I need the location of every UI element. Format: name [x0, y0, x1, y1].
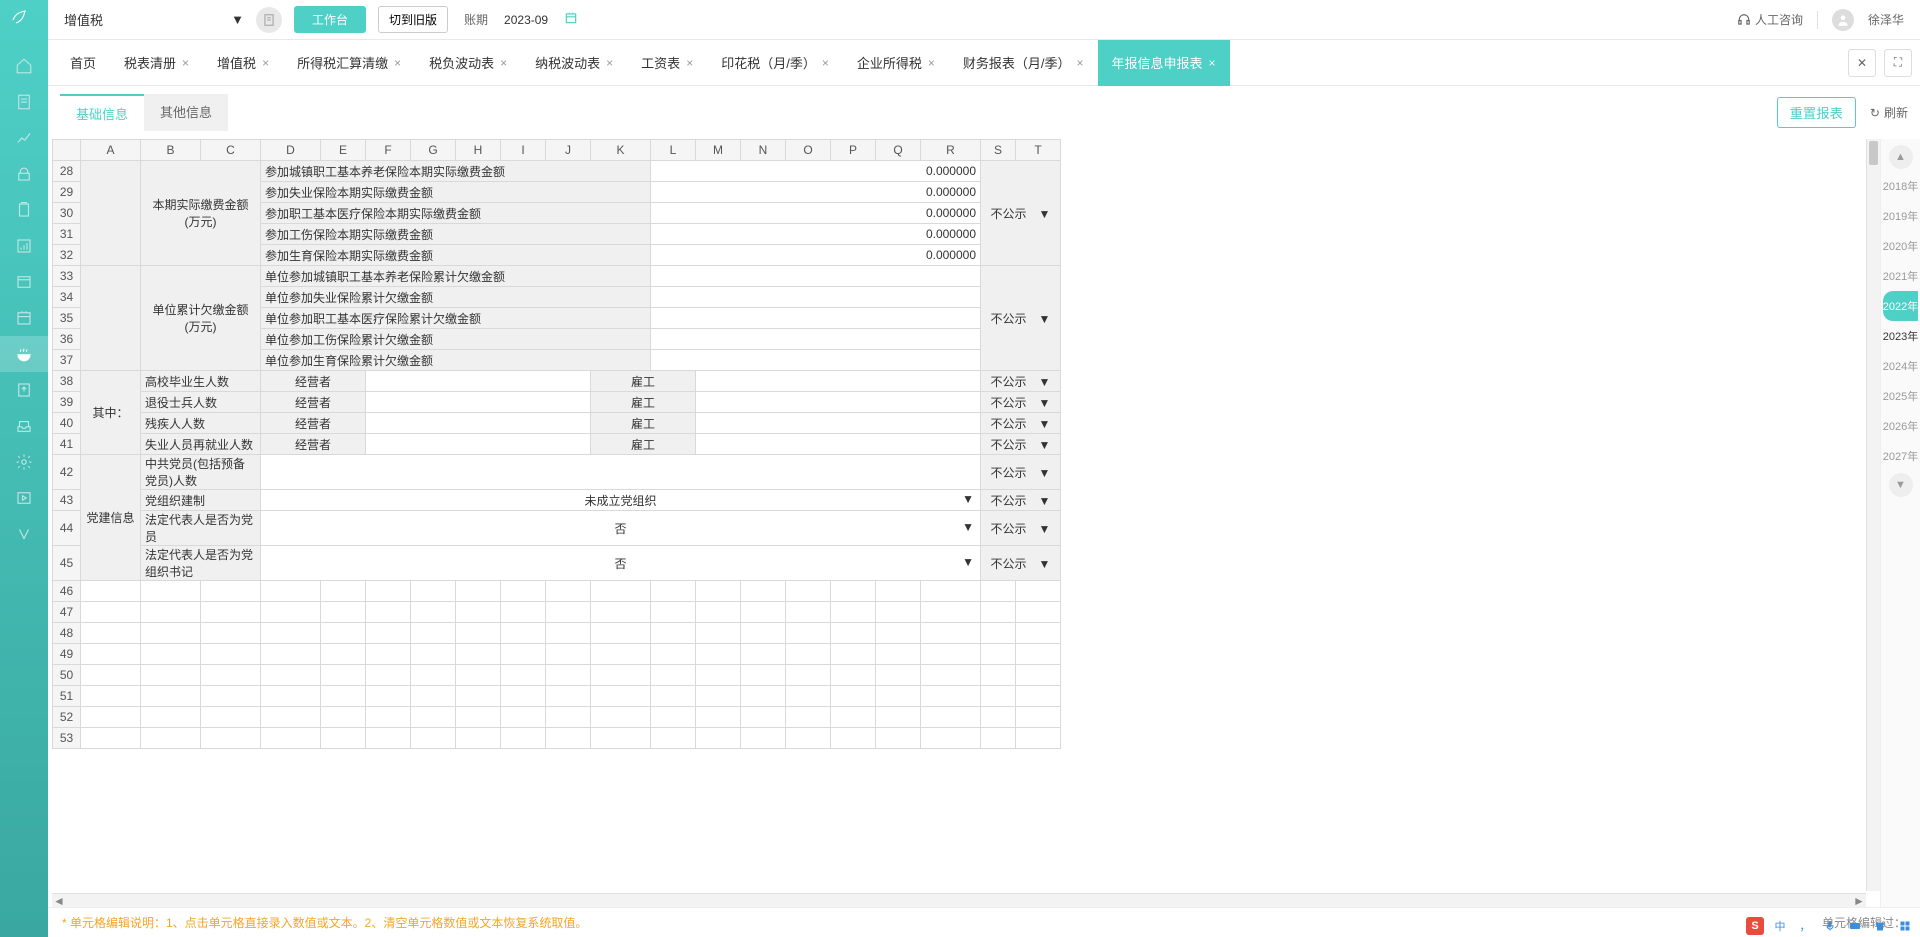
ime-keyboard-icon[interactable]: [1846, 917, 1864, 935]
tab-close-icon[interactable]: ×: [1209, 56, 1216, 70]
year-up[interactable]: ▲: [1889, 145, 1913, 169]
chevron-down-icon: ▼: [231, 12, 244, 27]
username: 徐泽华: [1868, 11, 1904, 28]
nav-inbox[interactable]: [0, 408, 48, 444]
tab[interactable]: 财务报表（月/季）×: [949, 40, 1098, 86]
horizontal-scrollbar[interactable]: ◄►: [52, 893, 1866, 907]
tab-close-icon[interactable]: ×: [182, 56, 189, 70]
vertical-scrollbar[interactable]: [1866, 139, 1880, 891]
tab[interactable]: 纳税波动表×: [521, 40, 627, 86]
year-down[interactable]: ▼: [1889, 473, 1913, 497]
spreadsheet[interactable]: ABCDEFGHIJKLMNOPQRST28本期实际缴费金额(万元)参加城镇职工…: [52, 139, 1061, 749]
nav-rice-bowl[interactable]: [0, 336, 48, 372]
calendar-icon[interactable]: [564, 11, 578, 28]
footer-note: * 单元格编辑说明：1、点击单元格直接录入数值或文本。2、清空单元格数值或文本恢…: [62, 914, 587, 931]
tab[interactable]: 税表清册×: [110, 40, 203, 86]
subtab-other[interactable]: 其他信息: [144, 94, 228, 131]
year-option[interactable]: 2023年: [1883, 321, 1918, 351]
tab-close-all[interactable]: ✕: [1848, 49, 1876, 77]
reset-report-button[interactable]: 重置报表: [1777, 97, 1856, 128]
tabs-bar: 首页税表清册×增值税×所得税汇算清缴×税负波动表×纳税波动表×工资表×印花税（月…: [48, 40, 1920, 86]
ime-comma-icon[interactable]: ，: [1796, 917, 1814, 935]
workspace-button[interactable]: 工作台: [294, 6, 366, 33]
left-sidebar: [0, 0, 48, 937]
year-option[interactable]: 2019年: [1883, 201, 1918, 231]
tab-close-icon[interactable]: ×: [1077, 56, 1084, 70]
avatar[interactable]: [1832, 9, 1854, 31]
tab-close-icon[interactable]: ×: [606, 56, 613, 70]
subtabs: 基础信息 其他信息: [60, 94, 228, 131]
tab[interactable]: 印花税（月/季）×: [707, 40, 843, 86]
refresh-button[interactable]: ↻刷新: [1870, 104, 1908, 121]
tab-close-icon[interactable]: ×: [394, 56, 401, 70]
tab-close-icon[interactable]: ×: [822, 56, 829, 70]
tab-close-icon[interactable]: ×: [928, 56, 935, 70]
nav-video[interactable]: [0, 480, 48, 516]
nav-docs[interactable]: [0, 84, 48, 120]
topbar: 增值税 ▼ 工作台 切到旧版 账期 2023-09 人工咨询 徐泽华: [48, 0, 1920, 40]
nav-analytics[interactable]: [0, 120, 48, 156]
year-option[interactable]: 2026年: [1883, 411, 1918, 441]
ime-bar: S 中 ，: [1746, 917, 1914, 935]
nav-wallet[interactable]: [0, 156, 48, 192]
year-option[interactable]: 2020年: [1883, 231, 1918, 261]
year-strip: ▲ 2018年2019年2020年2021年2022年2023年2024年202…: [1880, 139, 1920, 907]
year-option[interactable]: 2018年: [1883, 171, 1918, 201]
year-option[interactable]: 2022年: [1883, 291, 1918, 321]
tab[interactable]: 工资表×: [627, 40, 707, 86]
nav-template[interactable]: [0, 264, 48, 300]
consult-button[interactable]: 人工咨询: [1737, 11, 1803, 28]
tab-close-icon[interactable]: ×: [262, 56, 269, 70]
ime-mic-icon[interactable]: [1821, 917, 1839, 935]
year-option[interactable]: 2021年: [1883, 261, 1918, 291]
footer: * 单元格编辑说明：1、点击单元格直接录入数值或文本。2、清空单元格数值或文本恢…: [48, 907, 1920, 937]
ime-shirt-icon[interactable]: [1871, 917, 1889, 935]
nav-v[interactable]: [0, 516, 48, 552]
ime-s-icon[interactable]: S: [1746, 917, 1764, 935]
tab[interactable]: 年报信息申报表×: [1098, 40, 1230, 86]
tab[interactable]: 企业所得税×: [843, 40, 949, 86]
tax-selector[interactable]: 增值税 ▼: [64, 10, 244, 29]
nav-report[interactable]: [0, 228, 48, 264]
tab[interactable]: 首页: [56, 40, 110, 86]
nav-calendar[interactable]: [0, 300, 48, 336]
tab-expand[interactable]: ⛶: [1884, 49, 1912, 77]
period-label: 账期: [464, 11, 488, 28]
app-logo: [10, 8, 38, 36]
tab-close-icon[interactable]: ×: [500, 56, 507, 70]
year-option[interactable]: 2024年: [1883, 351, 1918, 381]
tab-close-icon[interactable]: ×: [686, 56, 693, 70]
tab[interactable]: 所得税汇算清缴×: [283, 40, 415, 86]
nav-settings[interactable]: [0, 444, 48, 480]
period-value[interactable]: 2023-09: [504, 13, 548, 27]
switch-old-button[interactable]: 切到旧版: [378, 6, 448, 33]
ime-cn-icon[interactable]: 中: [1771, 917, 1789, 935]
tab[interactable]: 税负波动表×: [415, 40, 521, 86]
year-option[interactable]: 2025年: [1883, 381, 1918, 411]
year-option[interactable]: 2027年: [1883, 441, 1918, 471]
nav-clipboard[interactable]: [0, 192, 48, 228]
subtab-basic[interactable]: 基础信息: [60, 94, 144, 131]
tab[interactable]: 增值税×: [203, 40, 283, 86]
help-icon[interactable]: [256, 7, 282, 33]
tax-name: 增值税: [64, 10, 103, 29]
nav-home[interactable]: [0, 48, 48, 84]
ime-grid-icon[interactable]: [1896, 917, 1914, 935]
nav-export[interactable]: [0, 372, 48, 408]
